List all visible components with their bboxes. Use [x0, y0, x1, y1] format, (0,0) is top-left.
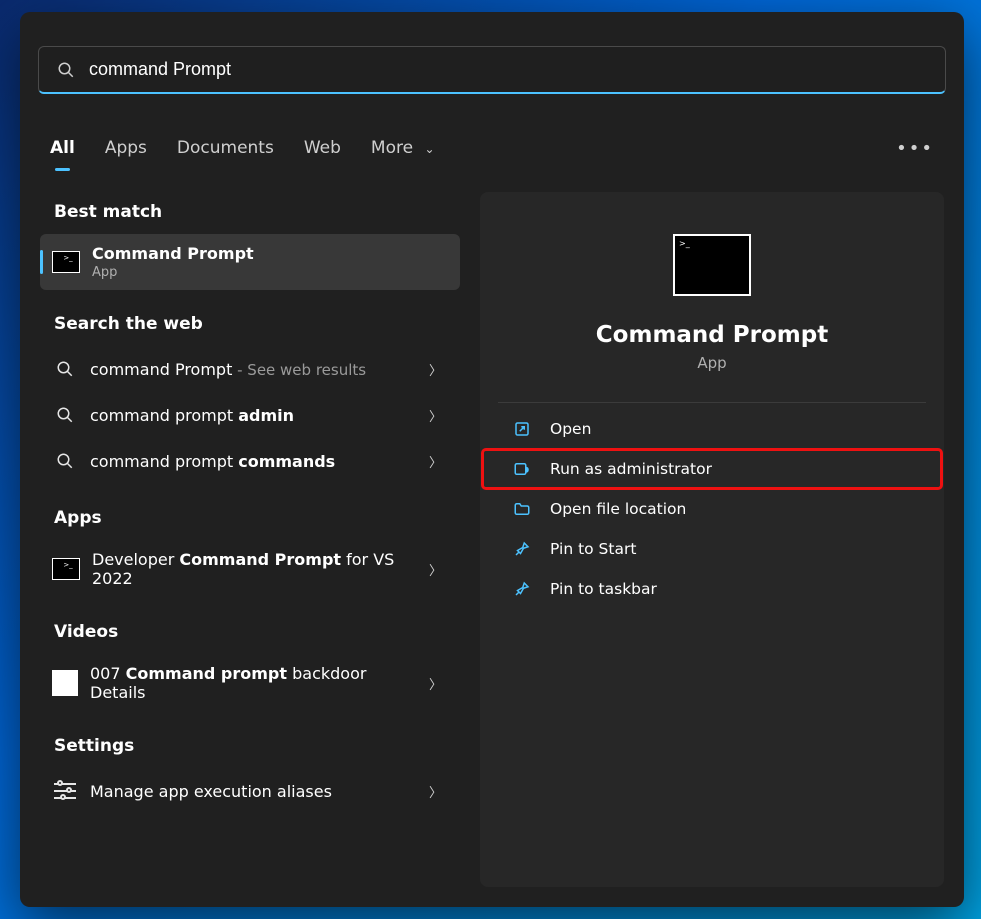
shield-icon	[512, 459, 532, 479]
video-thumbnail-icon	[52, 670, 78, 696]
chevron-right-icon: 〉	[423, 674, 448, 693]
divider	[498, 402, 926, 403]
tab-all[interactable]: All	[50, 138, 75, 158]
chevron-right-icon: 〉	[423, 406, 448, 425]
result-title: command prompt admin	[90, 406, 294, 425]
start-search-panel: All Apps Documents Web More ⌄ ••• Best m…	[20, 12, 964, 907]
open-icon	[512, 419, 532, 439]
command-prompt-icon	[673, 234, 751, 296]
result-subtitle: App	[92, 265, 448, 280]
tab-more[interactable]: More ⌄	[371, 138, 435, 158]
result-title: Command Prompt	[92, 244, 448, 263]
search-icon	[52, 448, 78, 474]
action-label: Open	[550, 420, 591, 438]
sliders-icon	[52, 778, 78, 804]
chevron-down-icon: ⌄	[424, 142, 434, 156]
search-input[interactable]	[75, 59, 927, 80]
command-prompt-icon	[52, 558, 80, 580]
action-label: Pin to taskbar	[550, 580, 657, 598]
action-open-file-location[interactable]: Open file location	[482, 489, 942, 529]
action-pin-to-taskbar[interactable]: Pin to taskbar	[482, 569, 942, 609]
preview-subtitle: App	[480, 354, 944, 372]
action-open[interactable]: Open	[482, 409, 942, 449]
result-title: Manage app execution aliases	[90, 782, 332, 801]
command-prompt-icon	[52, 251, 80, 273]
result-title: 007 Command prompt backdoor Details	[90, 664, 366, 702]
folder-icon	[512, 499, 532, 519]
result-title: command prompt commands	[90, 452, 335, 471]
search-bar[interactable]	[38, 46, 946, 94]
section-settings: Settings	[40, 712, 460, 768]
action-label: Pin to Start	[550, 540, 636, 558]
chevron-right-icon: 〉	[423, 560, 448, 579]
chevron-right-icon: 〉	[423, 452, 448, 471]
video-result-0[interactable]: 007 Command prompt backdoor Details 〉	[40, 654, 460, 712]
tab-more-label: More	[371, 138, 413, 158]
preview-panel: Command Prompt App Open Run as administr…	[480, 192, 944, 887]
section-apps: Apps	[40, 484, 460, 540]
filter-tabs: All Apps Documents Web More ⌄ •••	[50, 128, 934, 168]
tab-web[interactable]: Web	[304, 138, 341, 158]
web-result-1[interactable]: command prompt admin 〉	[40, 392, 460, 438]
tab-documents[interactable]: Documents	[177, 138, 274, 158]
search-icon	[57, 61, 75, 79]
app-result-0[interactable]: Developer Command Prompt for VS 2022 〉	[40, 540, 460, 598]
web-result-0[interactable]: command Prompt - See web results 〉	[40, 346, 460, 392]
result-best-match[interactable]: Command Prompt App	[40, 234, 460, 290]
web-result-2[interactable]: command prompt commands 〉	[40, 438, 460, 484]
settings-result-0[interactable]: Manage app execution aliases 〉	[40, 768, 460, 814]
preview-title: Command Prompt	[480, 322, 944, 348]
tab-apps[interactable]: Apps	[105, 138, 147, 158]
search-icon	[52, 356, 78, 382]
result-title: command Prompt - See web results	[90, 360, 366, 379]
section-best-match: Best match	[40, 192, 460, 234]
chevron-right-icon: 〉	[423, 360, 448, 379]
action-label: Open file location	[550, 500, 686, 518]
result-title: Developer Command Prompt for VS 2022	[92, 550, 394, 588]
section-web: Search the web	[40, 290, 460, 346]
section-videos: Videos	[40, 598, 460, 654]
action-run-as-admin[interactable]: Run as administrator	[482, 449, 942, 489]
options-menu-button[interactable]: •••	[896, 138, 934, 159]
pin-icon	[512, 539, 532, 559]
results-list: Best match Command Prompt App Search the…	[40, 192, 460, 887]
pin-icon	[512, 579, 532, 599]
search-icon	[52, 402, 78, 428]
chevron-right-icon: 〉	[423, 782, 448, 801]
action-label: Run as administrator	[550, 460, 712, 478]
action-pin-to-start[interactable]: Pin to Start	[482, 529, 942, 569]
